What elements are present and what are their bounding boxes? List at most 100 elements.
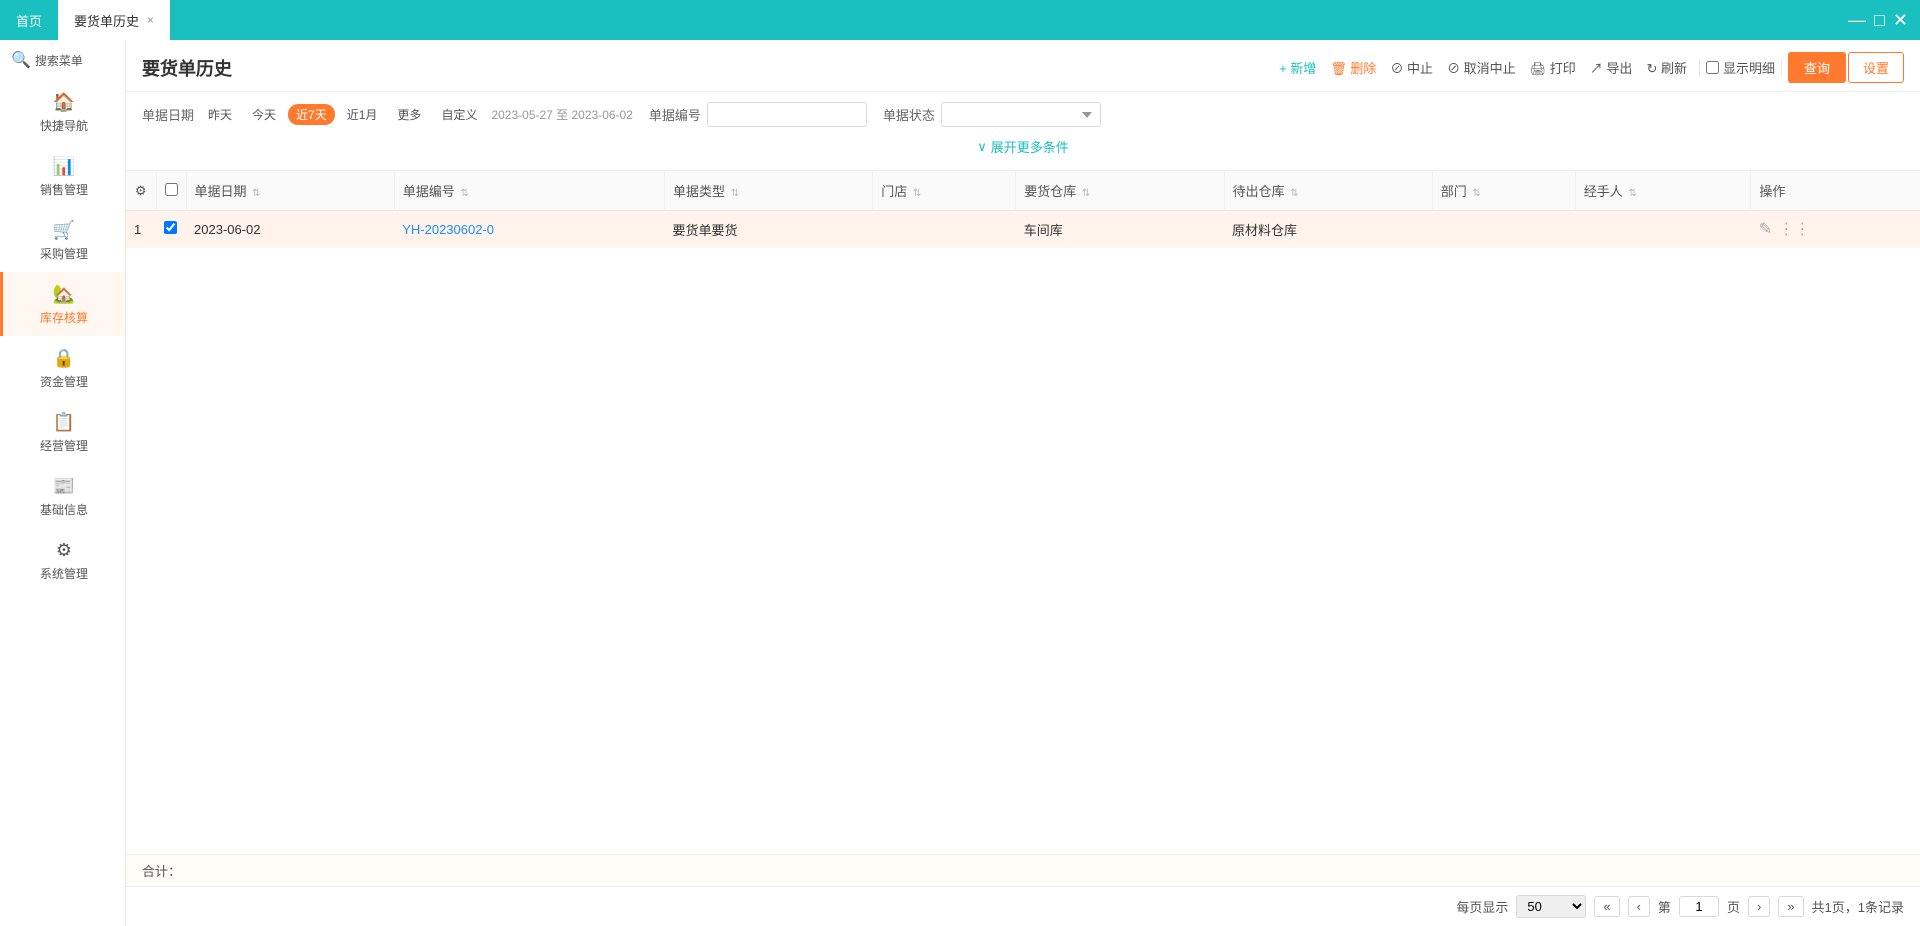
sidebar-item-purchase[interactable]: 🛒 采购管理 (0, 208, 125, 272)
col-department[interactable]: 部门 ⇅ (1432, 171, 1575, 211)
row-order-no: YH-20230602-0 (394, 211, 664, 248)
page-size-select[interactable]: 50 10 20 100 (1516, 895, 1586, 918)
delete-button[interactable]: 🗑 删除 (1324, 54, 1382, 81)
sidebar-label-system: 系统管理 (40, 565, 88, 582)
col-store[interactable]: 门店 ⇅ (873, 171, 1016, 211)
order-no-label: 单据编号 (649, 105, 701, 124)
date-filter-group: 单据日期 昨天 今天 近7天 近1月 更多 自定义 2023-05-27 至 2… (142, 104, 633, 125)
stop-button[interactable]: ⊘ 中止 (1384, 54, 1439, 81)
filter-row-1: 单据日期 昨天 今天 近7天 近1月 更多 自定义 2023-05-27 至 2… (142, 102, 1904, 127)
query-button[interactable]: 查询 (1788, 52, 1846, 83)
divider (1699, 60, 1700, 76)
row-handler (1575, 211, 1751, 248)
setting-button[interactable]: 设置 (1848, 52, 1904, 83)
col-req-warehouse[interactable]: 要货仓库 ⇅ (1016, 171, 1224, 211)
sort-icon-order-no: ⇅ (460, 188, 468, 199)
col-order-no[interactable]: 单据编号 ⇅ (394, 171, 664, 211)
table-area: ⚙ 单据日期 ⇅ 单据编号 ⇅ 单据类型 (126, 171, 1920, 854)
maximize-icon[interactable]: □ (1874, 10, 1885, 31)
sidebar-label-base-info: 基础信息 (40, 501, 88, 518)
app-close-icon[interactable]: ✕ (1893, 10, 1908, 31)
sidebar-label-finance: 资金管理 (40, 373, 88, 390)
display-detail-checkbox[interactable] (1706, 61, 1719, 74)
sort-icon-pending-warehouse: ⇅ (1290, 188, 1298, 199)
table-row: 1 2023-06-02 YH-20230602-0 要货单要货 车间库 原材料… (126, 211, 1920, 248)
table-header-row: ⚙ 单据日期 ⇅ 单据编号 ⇅ 单据类型 (126, 171, 1920, 211)
col-settings[interactable]: ⚙ (126, 171, 156, 211)
row-req-warehouse: 车间库 (1016, 211, 1224, 248)
gear-icon: ⚙ (56, 540, 72, 561)
col-handler[interactable]: 经手人 ⇅ (1575, 171, 1751, 211)
first-page-btn[interactable]: « (1594, 896, 1619, 917)
expand-more-btn[interactable]: ∨ 展开更多条件 (142, 133, 1904, 160)
chart-icon: 📊 (53, 156, 75, 177)
chip-more[interactable]: 更多 (389, 104, 429, 125)
chip-today[interactable]: 今天 (244, 104, 284, 125)
tab-home[interactable]: 首页 (0, 0, 58, 40)
chip-custom[interactable]: 自定义 (433, 104, 485, 125)
sort-icon-store: ⇅ (913, 188, 921, 199)
row-store (873, 211, 1016, 248)
col-checkbox[interactable] (156, 171, 186, 211)
expand-more-label: 展开更多条件 (991, 137, 1069, 156)
home-icon: 🏠 (53, 92, 75, 113)
col-order-type[interactable]: 单据类型 ⇅ (665, 171, 873, 211)
next-page-btn[interactable]: › (1748, 896, 1770, 917)
page-suffix: 页 (1727, 897, 1740, 916)
newspaper-icon: 📰 (53, 476, 75, 497)
search-icon: 🔍 (11, 50, 31, 70)
filter-area: 单据日期 昨天 今天 近7天 近1月 更多 自定义 2023-05-27 至 2… (126, 92, 1920, 171)
display-detail-toggle[interactable]: 显示明细 (1706, 58, 1775, 77)
tab-home-label: 首页 (16, 11, 42, 30)
table-body: 1 2023-06-02 YH-20230602-0 要货单要货 车间库 原材料… (126, 211, 1920, 248)
order-no-link[interactable]: YH-20230602-0 (402, 222, 494, 237)
clipboard-icon: 📋 (53, 412, 75, 433)
chevron-down-icon: ∨ (977, 139, 987, 155)
main-layout: 🔍 搜索菜单 🏠 快捷导航 📊 销售管理 🛒 采购管理 🏡 库存核算 🔒 资金管… (0, 40, 1920, 926)
sidebar-item-system[interactable]: ⚙ 系统管理 (0, 528, 125, 592)
page-size-label: 每页显示 (1456, 897, 1508, 916)
tab-bar: 首页 要货单历史 × (0, 0, 1836, 40)
total-label: 合计： (142, 861, 181, 880)
export-button[interactable]: ↗ 导出 (1584, 54, 1639, 81)
row-more-icon[interactable]: ⋮⋮ (1778, 219, 1810, 239)
sort-icon-req-warehouse: ⇅ (1082, 188, 1090, 199)
refresh-button[interactable]: ↻ 刷新 (1640, 54, 1693, 81)
tab-close-icon[interactable]: × (147, 13, 154, 27)
lock-icon: 🔒 (53, 348, 75, 369)
cancel-stop-button[interactable]: ⊘ 取消中止 (1441, 54, 1522, 81)
sidebar-item-sales[interactable]: 📊 销售管理 (0, 144, 125, 208)
status-label: 单据状态 (883, 105, 935, 124)
sidebar-label-sales: 销售管理 (40, 181, 88, 198)
order-no-input[interactable] (707, 102, 867, 127)
last-page-btn[interactable]: » (1778, 896, 1803, 917)
sidebar-item-base-info[interactable]: 📰 基础信息 (0, 464, 125, 528)
tab-requisition-history[interactable]: 要货单历史 × (58, 0, 170, 40)
prev-page-btn[interactable]: ‹ (1628, 896, 1650, 917)
row-num: 1 (126, 211, 156, 248)
new-button[interactable]: + 新增 (1273, 54, 1322, 81)
date-range: 2023-05-27 至 2023-06-02 (491, 106, 632, 123)
print-button[interactable]: 🖨 打印 (1524, 54, 1582, 81)
chip-7days[interactable]: 近7天 (288, 104, 335, 125)
sidebar: 🔍 搜索菜单 🏠 快捷导航 📊 销售管理 🛒 采购管理 🏡 库存核算 🔒 资金管… (0, 40, 126, 926)
minimize-icon[interactable]: — (1848, 10, 1866, 31)
sidebar-item-quick-nav[interactable]: 🏠 快捷导航 (0, 80, 125, 144)
chip-yesterday[interactable]: 昨天 (200, 104, 240, 125)
order-no-filter-group: 单据编号 (649, 102, 867, 127)
sidebar-item-operations[interactable]: 📋 经营管理 (0, 400, 125, 464)
select-all-checkbox[interactable] (165, 183, 178, 196)
display-detail-label: 显示明细 (1723, 58, 1775, 77)
date-filter-label: 单据日期 (142, 105, 194, 124)
row-checkbox[interactable] (156, 211, 186, 248)
chip-1month[interactable]: 近1月 (339, 104, 386, 125)
sidebar-item-inventory[interactable]: 🏡 库存核算 (0, 272, 125, 336)
row-select-checkbox[interactable] (164, 221, 177, 234)
sidebar-item-finance[interactable]: 🔒 资金管理 (0, 336, 125, 400)
col-date[interactable]: 单据日期 ⇅ (186, 171, 394, 211)
col-pending-warehouse[interactable]: 待出仓库 ⇅ (1224, 171, 1432, 211)
page-number-input[interactable] (1679, 896, 1719, 917)
sidebar-search[interactable]: 🔍 搜索菜单 (0, 40, 125, 80)
row-edit-icon[interactable]: ✎ (1759, 219, 1772, 239)
status-select[interactable] (941, 102, 1101, 127)
